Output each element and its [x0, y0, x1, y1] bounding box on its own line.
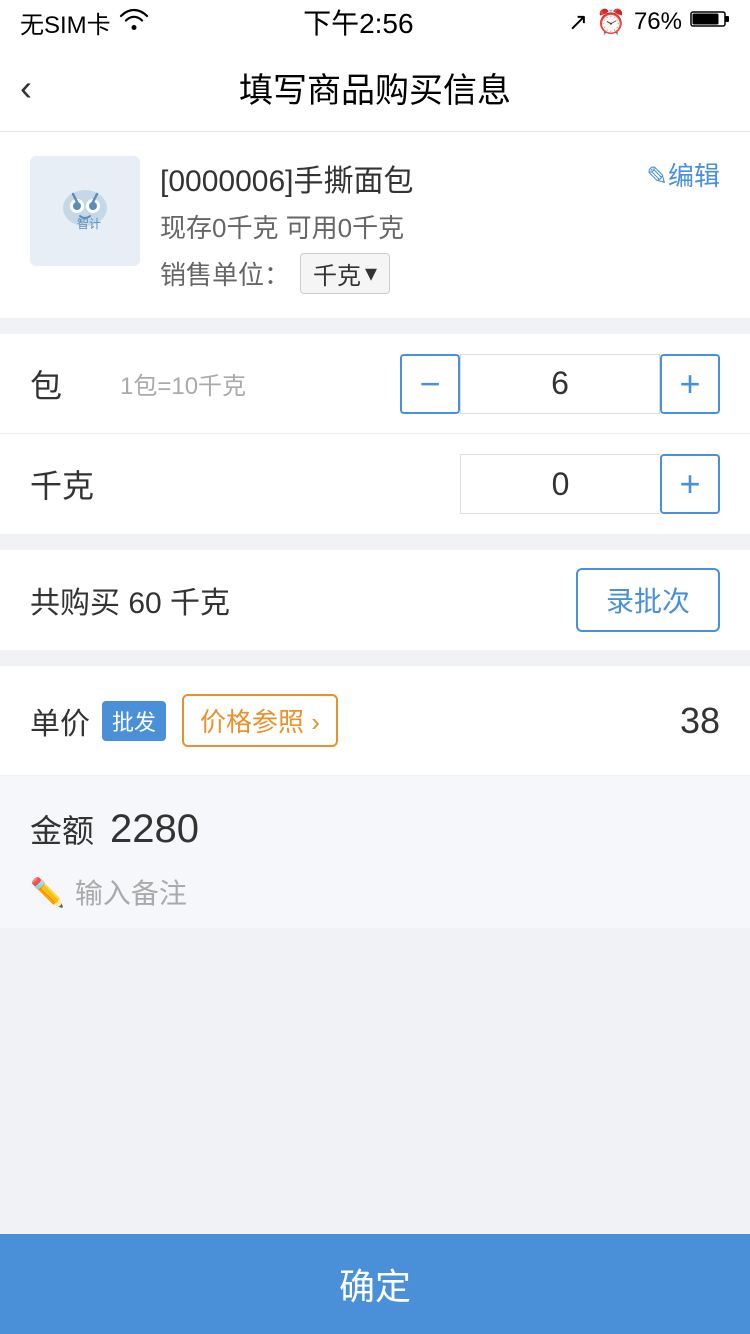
bao-plus-button[interactable]: + [660, 354, 720, 414]
product-name: [0000006]手撕面包 [160, 156, 413, 200]
qianke-row: 千克 + [0, 434, 750, 534]
status-right: ↗ ⏰ 76% [568, 8, 730, 37]
amount-section: 金额 2280 ✏️ 输入备注 [0, 776, 750, 928]
nav-bar: ‹ 填写商品购买信息 [0, 44, 750, 132]
qianke-plus-button[interactable]: + [660, 454, 720, 514]
summary-row: 共购买 60 千克 录批次 [0, 550, 750, 650]
alarm-icon: ⏰ [596, 8, 626, 37]
remark-row[interactable]: ✏️ 输入备注 [30, 872, 720, 912]
bao-hint: 1包=10千克 [120, 366, 246, 401]
unit-dropdown-icon: ▾ [365, 259, 377, 288]
svg-text:智计: 智计 [77, 216, 101, 230]
status-bar: 无SIM卡 下午2:56 ↗ ⏰ 76% [0, 0, 750, 44]
product-name-row: [0000006]手撕面包 ✎编辑 [160, 156, 720, 200]
location-icon: ↗ [568, 8, 588, 37]
bao-controls: − + [400, 354, 720, 414]
qianke-controls: + [460, 454, 720, 514]
qianke-label: 千克 [30, 461, 110, 507]
bao-minus-button[interactable]: − [400, 354, 460, 414]
input-section: 包 1包=10千克 − + 千克 + [0, 334, 750, 534]
no-sim-text: 无SIM卡 [20, 5, 111, 40]
bottom-area [0, 928, 750, 1228]
qianke-input[interactable] [460, 454, 660, 514]
page-title: 填写商品购买信息 [239, 63, 511, 112]
battery-text: 76% [634, 8, 682, 36]
bao-input[interactable] [460, 354, 660, 414]
price-value: 38 [680, 700, 720, 742]
status-left: 无SIM卡 [20, 5, 149, 40]
amount-label: 金额 [30, 806, 94, 852]
price-tag: 批发 [102, 701, 166, 741]
price-section: 单价 批发 价格参照 › 38 [0, 666, 750, 776]
amount-value: 2280 [110, 807, 199, 852]
confirm-button[interactable]: 确定 [0, 1234, 750, 1334]
wifi-icon [119, 8, 149, 37]
bao-label: 包 [30, 361, 110, 407]
price-row: 单价 批发 价格参照 › 38 [0, 666, 750, 776]
edit-link[interactable]: ✎编辑 [646, 156, 720, 193]
amount-row: 金额 2280 [30, 806, 720, 852]
batch-button[interactable]: 录批次 [576, 568, 720, 632]
price-label: 单价 [30, 699, 90, 743]
product-stock: 现存0千克 可用0千克 [160, 208, 720, 245]
unit-badge[interactable]: 千克 ▾ [300, 253, 390, 294]
remark-placeholder: 输入备注 [75, 872, 187, 912]
price-ref-button[interactable]: 价格参照 › [182, 694, 338, 747]
unit-label: 销售单位： [160, 255, 290, 292]
product-thumb-icon: 智计 [55, 180, 115, 242]
product-thumbnail: 智计 [30, 156, 140, 266]
product-info: [0000006]手撕面包 ✎编辑 现存0千克 可用0千克 销售单位： 千克 ▾ [160, 156, 720, 294]
battery-icon [690, 8, 730, 36]
product-card: 智计 [0000006]手撕面包 ✎编辑 现存0千克 可用0千克 销售单位： 千… [0, 132, 750, 318]
status-time: 下午2:56 [303, 2, 414, 42]
summary-text: 共购买 60 千克 [30, 578, 230, 622]
product-unit-row: 销售单位： 千克 ▾ [160, 253, 720, 294]
back-button[interactable]: ‹ [20, 67, 32, 109]
remark-pencil-icon: ✏️ [30, 876, 65, 909]
bao-row: 包 1包=10千克 − + [0, 334, 750, 434]
unit-value: 千克 [313, 256, 361, 291]
